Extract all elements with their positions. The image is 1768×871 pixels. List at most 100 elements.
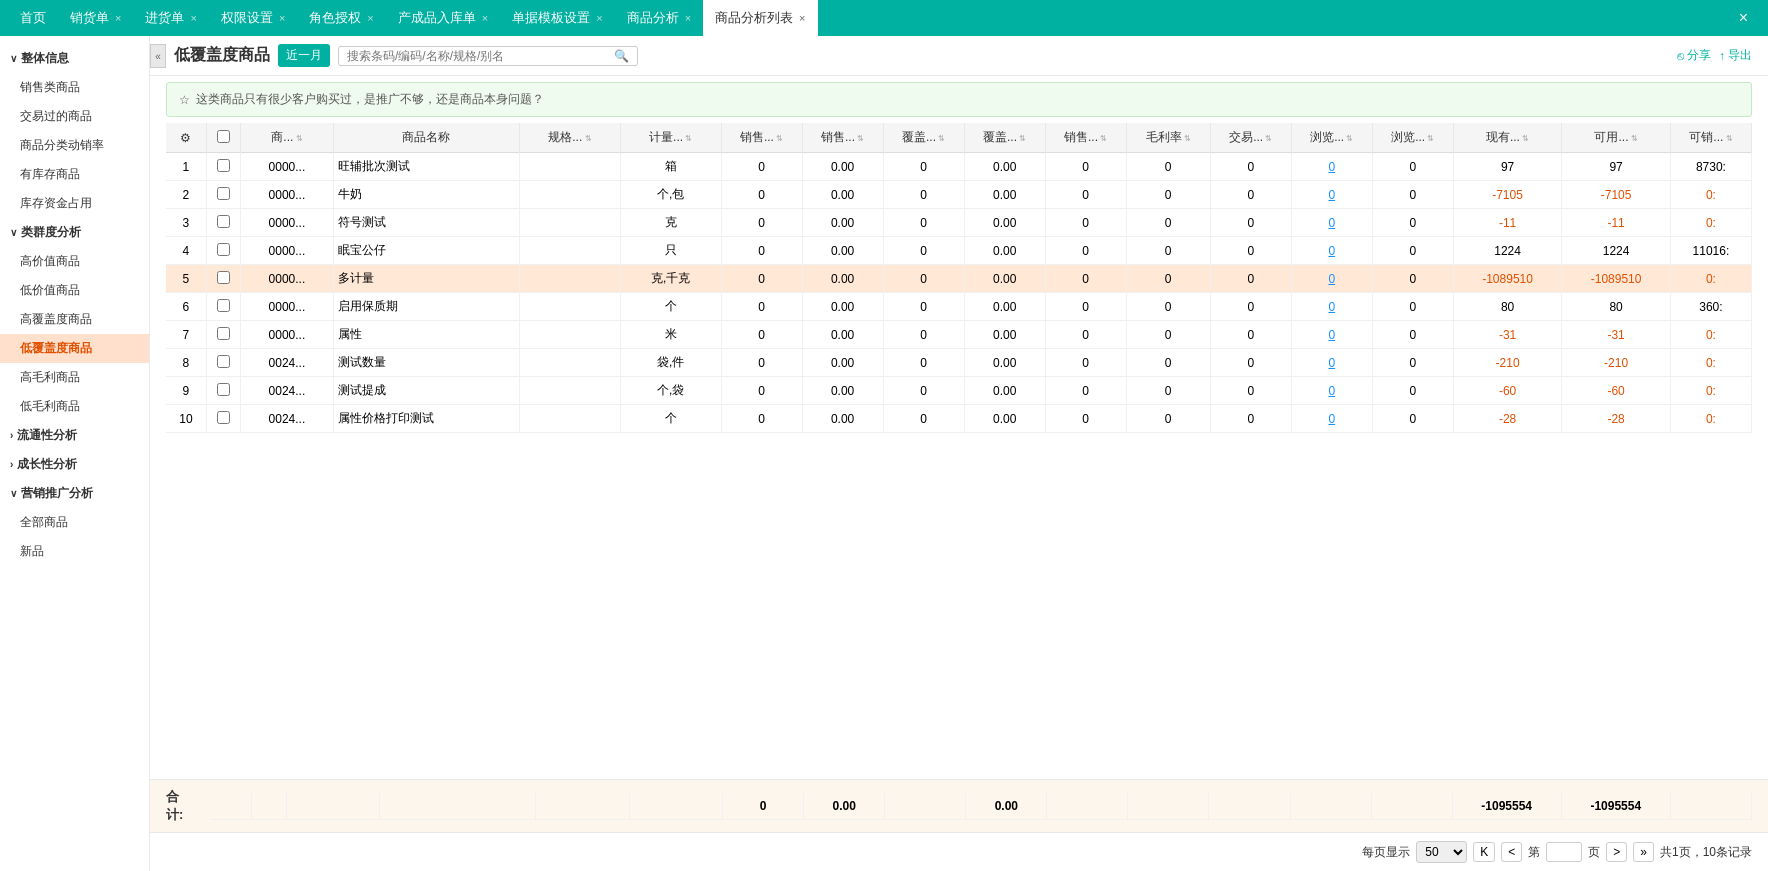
- settings-icon[interactable]: ⚙: [180, 131, 191, 145]
- sidebar-section-整体信息[interactable]: ∨整体信息: [0, 44, 149, 73]
- nav-close-icon[interactable]: ×: [799, 12, 805, 24]
- column-header-stock_current[interactable]: 现有... ⇅: [1453, 123, 1562, 153]
- sidebar-item-交易过的商品[interactable]: 交易过的商品: [0, 102, 149, 131]
- browse-link[interactable]: 0: [1328, 356, 1335, 370]
- nav-close-icon[interactable]: ×: [685, 12, 691, 24]
- nav-close-icon[interactable]: ×: [482, 12, 488, 24]
- row-checkbox[interactable]: [217, 299, 230, 312]
- column-header-browse2[interactable]: 浏览... ⇅: [1372, 123, 1453, 153]
- row-checkbox[interactable]: [217, 215, 230, 228]
- sort-icon-sales3[interactable]: ⇅: [1098, 134, 1107, 143]
- current-page-input[interactable]: 1: [1546, 842, 1582, 862]
- sidebar-section-成长性分析[interactable]: ›成长性分析: [0, 450, 149, 479]
- sidebar-item-高价值商品[interactable]: 高价值商品: [0, 247, 149, 276]
- sidebar-item-全部商品[interactable]: 全部商品: [0, 508, 149, 537]
- sort-icon-stock_sale[interactable]: ⇅: [1723, 134, 1732, 143]
- column-header-cover2[interactable]: 覆盖... ⇅: [964, 123, 1045, 153]
- nav-item-角色授权[interactable]: 角色授权×: [297, 0, 385, 36]
- column-header-checkbox[interactable]: [206, 123, 240, 153]
- row-checkbox[interactable]: [217, 243, 230, 256]
- column-header-name[interactable]: 商品名称: [333, 123, 519, 153]
- sort-icon-cover2[interactable]: ⇅: [1017, 134, 1026, 143]
- sidebar-item-新品[interactable]: 新品: [0, 537, 149, 566]
- row-checkbox[interactable]: [217, 327, 230, 340]
- sort-icon-unit[interactable]: ⇅: [683, 134, 692, 143]
- sort-icon-browse1[interactable]: ⇅: [1344, 134, 1353, 143]
- nav-item-产成品入库单[interactable]: 产成品入库单×: [386, 0, 500, 36]
- nav-item-商品分析列表[interactable]: 商品分析列表×: [703, 0, 817, 36]
- share-button[interactable]: ⎋ 分享: [1677, 47, 1711, 64]
- column-header-unit[interactable]: 计量... ⇅: [620, 123, 721, 153]
- sidebar-item-低毛利商品[interactable]: 低毛利商品: [0, 392, 149, 421]
- nav-close-icon[interactable]: ×: [596, 12, 602, 24]
- column-header-browse1[interactable]: 浏览... ⇅: [1291, 123, 1372, 153]
- nav-item-进货单[interactable]: 进货单×: [133, 0, 208, 36]
- next-page-button[interactable]: >: [1606, 842, 1627, 862]
- row-checkbox[interactable]: [217, 271, 230, 284]
- row-checkbox[interactable]: [217, 355, 230, 368]
- browse-link[interactable]: 0: [1328, 412, 1335, 426]
- browse-link[interactable]: 0: [1328, 160, 1335, 174]
- column-header-trade[interactable]: 交易... ⇅: [1210, 123, 1291, 153]
- sidebar-item-销售类商品[interactable]: 销售类商品: [0, 73, 149, 102]
- nav-close-icon[interactable]: ×: [367, 12, 373, 24]
- row-checkbox[interactable]: [217, 411, 230, 424]
- sidebar-item-高覆盖度商品[interactable]: 高覆盖度商品: [0, 305, 149, 334]
- table-container[interactable]: ⚙商... ⇅商品名称规格... ⇅计量... ⇅销售... ⇅销售... ⇅覆…: [150, 123, 1768, 779]
- sidebar-item-低覆盖度商品[interactable]: 低覆盖度商品: [0, 334, 149, 363]
- column-header-sales_qty[interactable]: 销售... ⇅: [721, 123, 802, 153]
- browse-link[interactable]: 0: [1328, 384, 1335, 398]
- sidebar-item-库存资金占用[interactable]: 库存资金占用: [0, 189, 149, 218]
- select-all-checkbox[interactable]: [217, 130, 230, 143]
- search-input[interactable]: [347, 49, 614, 63]
- browse-link[interactable]: 0: [1328, 188, 1335, 202]
- column-header-code[interactable]: 商... ⇅: [240, 123, 333, 153]
- sidebar-collapse-button[interactable]: «: [150, 44, 166, 68]
- sort-icon-stock_avail[interactable]: ⇅: [1628, 134, 1637, 143]
- per-page-select[interactable]: 2050100: [1416, 841, 1467, 863]
- column-header-sales3[interactable]: 销售... ⇅: [1045, 123, 1126, 153]
- sidebar-item-有库存商品[interactable]: 有库存商品: [0, 160, 149, 189]
- sidebar-section-流通性分析[interactable]: ›流通性分析: [0, 421, 149, 450]
- sort-icon-cover1[interactable]: ⇅: [936, 134, 945, 143]
- column-header-sales_amt[interactable]: 销售... ⇅: [802, 123, 883, 153]
- nav-item-单据模板设置[interactable]: 单据模板设置×: [500, 0, 614, 36]
- first-page-button[interactable]: K: [1473, 842, 1495, 862]
- nav-close-icon[interactable]: ×: [115, 12, 121, 24]
- row-checkbox[interactable]: [217, 383, 230, 396]
- nav-close-icon[interactable]: ×: [190, 12, 196, 24]
- sidebar-item-低价值商品[interactable]: 低价值商品: [0, 276, 149, 305]
- sidebar-section-营销推广分析[interactable]: ∨营销推广分析: [0, 479, 149, 508]
- sort-icon-sales_amt[interactable]: ⇅: [855, 134, 864, 143]
- last-page-button[interactable]: »: [1633, 842, 1654, 862]
- sidebar-item-高毛利商品[interactable]: 高毛利商品: [0, 363, 149, 392]
- column-header-stock_avail[interactable]: 可用... ⇅: [1562, 123, 1671, 153]
- sort-icon-sales_qty[interactable]: ⇅: [774, 134, 783, 143]
- sort-icon-code[interactable]: ⇅: [293, 134, 302, 143]
- sort-icon-gross_rate[interactable]: ⇅: [1182, 134, 1191, 143]
- sort-icon-trade[interactable]: ⇅: [1263, 134, 1272, 143]
- browse-link[interactable]: 0: [1328, 300, 1335, 314]
- export-button[interactable]: ↑ 导出: [1719, 47, 1752, 64]
- nav-item-权限设置[interactable]: 权限设置×: [209, 0, 297, 36]
- nav-item-销货单[interactable]: 销货单×: [58, 0, 133, 36]
- window-close-button[interactable]: ×: [1727, 0, 1760, 36]
- sort-icon-stock_current[interactable]: ⇅: [1520, 134, 1529, 143]
- column-header-gross_rate[interactable]: 毛利率 ⇅: [1126, 123, 1210, 153]
- prev-page-button[interactable]: <: [1501, 842, 1522, 862]
- row-checkbox[interactable]: [217, 187, 230, 200]
- browse-link[interactable]: 0: [1328, 244, 1335, 258]
- sidebar-item-商品分类动销率[interactable]: 商品分类动销率: [0, 131, 149, 160]
- sidebar-section-类群度分析[interactable]: ∨类群度分析: [0, 218, 149, 247]
- nav-close-icon[interactable]: ×: [279, 12, 285, 24]
- row-checkbox[interactable]: [217, 159, 230, 172]
- browse-link[interactable]: 0: [1328, 272, 1335, 286]
- nav-item-首页[interactable]: 首页: [8, 0, 58, 36]
- nav-item-商品分析[interactable]: 商品分析×: [615, 0, 703, 36]
- browse-link[interactable]: 0: [1328, 216, 1335, 230]
- column-header-spec[interactable]: 规格... ⇅: [520, 123, 621, 153]
- column-header-stock_sale[interactable]: 可销... ⇅: [1670, 123, 1751, 153]
- sort-icon-spec[interactable]: ⇅: [582, 134, 591, 143]
- column-header-settings[interactable]: ⚙: [166, 123, 206, 153]
- browse-link[interactable]: 0: [1328, 328, 1335, 342]
